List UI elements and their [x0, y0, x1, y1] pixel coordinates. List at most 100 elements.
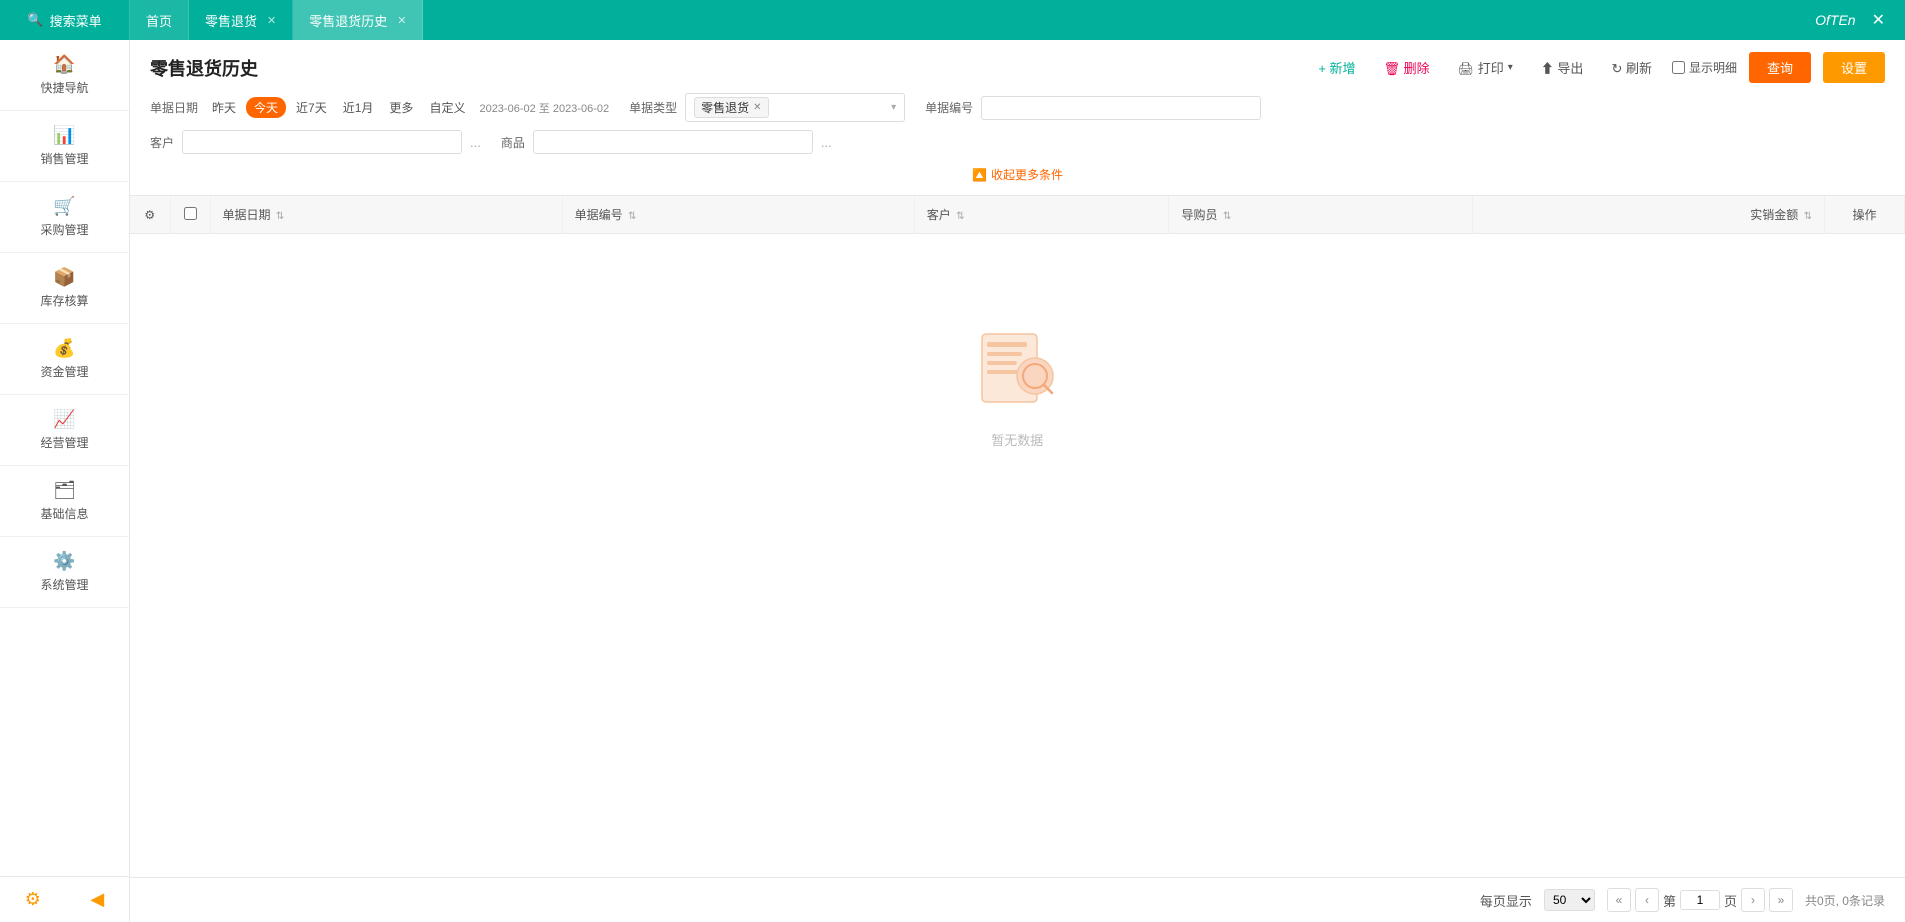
sidebar-item-system[interactable]: ⚙️ 系统管理	[0, 537, 129, 608]
next-page-button[interactable]: ›	[1741, 888, 1765, 912]
empty-state: 暂无数据	[130, 234, 1905, 529]
delete-button[interactable]: 🗑 删除	[1376, 54, 1438, 81]
date-btn-1month[interactable]: 近1月	[337, 97, 380, 118]
th-customer-label: 客户	[927, 208, 951, 222]
th-voucher-no-label: 单据编号	[575, 208, 623, 222]
th-guide[interactable]: 导购员 ⇅	[1169, 196, 1472, 234]
search-menu-label: 搜索菜单	[50, 11, 102, 30]
inventory-icon: 📦	[53, 267, 75, 288]
sidebar-item-purchase[interactable]: 🛒 采购管理	[0, 182, 129, 253]
sidebar-item-inventory[interactable]: 📦 库存核算	[0, 253, 129, 324]
refresh-button[interactable]: ↻ 刷新	[1603, 54, 1660, 81]
filter-goods-item: 商品 ...	[501, 130, 832, 154]
show-detail-toggle[interactable]: 显示明细	[1672, 59, 1737, 76]
tab-home[interactable]: 首页	[130, 0, 189, 40]
window-close-button[interactable]: ✕	[1864, 10, 1893, 30]
print-button-label: 🖨 打印	[1458, 58, 1504, 77]
search-menu-button[interactable]: 🔍 搜索菜单	[17, 11, 111, 30]
th-action-label: 操作	[1852, 208, 1876, 222]
date-filter-label: 单据日期	[150, 99, 198, 116]
th-amount[interactable]: 实销金额 ⇅	[1472, 196, 1824, 234]
th-customer-sort-icon: ⇅	[956, 211, 964, 222]
query-button[interactable]: 查询	[1749, 52, 1811, 83]
date-btn-yesterday[interactable]: 昨天	[206, 97, 242, 118]
collapse-row: 🔼 收起更多条件	[150, 162, 1885, 187]
sidebar-item-quicknav[interactable]: 🏠 快捷导航	[0, 40, 129, 111]
filter-date-item: 单据日期 昨天 今天 近7天 近1月 更多 自定义 2023-06-02 至 2…	[150, 97, 609, 118]
goods-dots-button[interactable]: ...	[821, 135, 832, 150]
th-customer[interactable]: 客户 ⇅	[914, 196, 1169, 234]
sidebar-item-sales[interactable]: 📊 销售管理	[0, 111, 129, 182]
brand-text: OfTEn	[1815, 12, 1855, 28]
export-button[interactable]: ⬆ 导出	[1533, 54, 1592, 81]
date-btn-today[interactable]: 今天	[246, 97, 286, 118]
page-header: 零售退货历史 + 新增 🗑 删除 🖨 打印 ▾ ⬆ 导出	[130, 40, 1905, 196]
empty-state-text: 暂无数据	[991, 430, 1043, 449]
tab-home-label: 首页	[146, 11, 172, 30]
print-button[interactable]: 🖨 打印 ▾	[1450, 54, 1521, 81]
date-btn-7days[interactable]: 近7天	[290, 97, 333, 118]
quicknav-icon: 🏠	[53, 54, 75, 75]
last-page-button[interactable]: »	[1769, 888, 1793, 912]
top-bar-right: OfTEn ✕	[1803, 0, 1905, 40]
table-settings-icon[interactable]: ⚙	[144, 208, 155, 222]
tab-retail-return-close[interactable]: ✕	[267, 14, 276, 27]
th-checkbox[interactable]	[170, 196, 210, 234]
voucher-type-label: 单据类型	[629, 99, 677, 116]
customer-label: 客户	[150, 134, 174, 151]
empty-state-icon	[967, 314, 1067, 414]
tab-retail-return[interactable]: 零售退货 ✕	[189, 0, 293, 40]
sidebar-item-label-sales: 销售管理	[40, 150, 88, 167]
show-detail-checkbox[interactable]	[1672, 61, 1685, 74]
sidebar-item-basic-info[interactable]: 🗂 基础信息	[0, 466, 129, 537]
voucher-no-input[interactable]	[981, 96, 1261, 120]
collapse-button[interactable]: 🔼 收起更多条件	[960, 162, 1075, 187]
th-voucher-no[interactable]: 单据编号 ⇅	[562, 196, 914, 234]
settings-button[interactable]: 设置	[1823, 52, 1885, 83]
date-btn-custom[interactable]: 自定义	[423, 97, 471, 118]
search-icon: 🔍	[27, 12, 43, 28]
table-header-row: ⚙ 单据日期 ⇅ 单据编号 ⇅	[130, 196, 1905, 234]
empty-state-row: 暂无数据	[130, 234, 1905, 530]
collapse-label: 收起更多条件	[991, 166, 1063, 183]
prev-page-button[interactable]: ‹	[1635, 888, 1659, 912]
pagination-bar: 每页显示 20 50 100 200 « ‹ 第 页 › » 共0页, 0条记录	[130, 877, 1905, 922]
th-voucher-no-sort-icon: ⇅	[628, 211, 636, 222]
system-icon: ⚙️	[53, 551, 75, 572]
voucher-type-tag-close[interactable]: ✕	[753, 102, 761, 113]
customer-input[interactable]	[182, 130, 462, 154]
sidebar-item-label-inventory: 库存核算	[40, 292, 88, 309]
customer-dots-button[interactable]: ...	[470, 135, 481, 150]
th-action: 操作	[1825, 196, 1905, 234]
collapse-icon: 🔼	[972, 168, 987, 182]
sales-icon: 📊	[53, 125, 75, 146]
show-detail-label: 显示明细	[1689, 59, 1737, 76]
sidebar-collapse-button[interactable]: ◀	[90, 889, 104, 910]
delete-button-label: 🗑 删除	[1384, 58, 1430, 77]
th-date[interactable]: 单据日期 ⇅	[210, 196, 562, 234]
sidebar-item-label-quicknav: 快捷导航	[40, 79, 88, 96]
add-button[interactable]: + 新增	[1310, 54, 1363, 81]
sidebar-item-finance[interactable]: 💰 资金管理	[0, 324, 129, 395]
sidebar-item-label-basic-info: 基础信息	[40, 505, 88, 522]
page-number-input[interactable]	[1680, 890, 1720, 910]
basic-info-icon: 🗂	[53, 480, 76, 501]
export-button-label: ⬆ 导出	[1541, 58, 1584, 77]
voucher-type-tag-text: 零售退货	[701, 99, 749, 116]
th-settings[interactable]: ⚙	[130, 196, 170, 234]
goods-input[interactable]	[533, 130, 813, 154]
sidebar-search-area: 🔍 搜索菜单	[0, 0, 130, 40]
sidebar-settings-button[interactable]: ⚙	[25, 889, 41, 910]
filter-customer-item: 客户 ...	[150, 130, 481, 154]
th-guide-label: 导购员	[1181, 208, 1217, 222]
voucher-type-select[interactable]: 零售退货 ✕ ▾	[685, 93, 905, 122]
data-table: ⚙ 单据日期 ⇅ 单据编号 ⇅	[130, 196, 1905, 529]
page-title: 零售退货历史	[150, 55, 258, 81]
first-page-button[interactable]: «	[1607, 888, 1631, 912]
sidebar-item-operations[interactable]: 📈 经营管理	[0, 395, 129, 466]
per-page-select[interactable]: 20 50 100 200	[1544, 889, 1595, 911]
tab-retail-return-history-close[interactable]: ✕	[397, 14, 406, 27]
select-all-checkbox[interactable]	[184, 207, 197, 220]
tab-retail-return-history[interactable]: 零售退货历史 ✕	[293, 0, 423, 40]
date-btn-more[interactable]: 更多	[383, 97, 419, 118]
